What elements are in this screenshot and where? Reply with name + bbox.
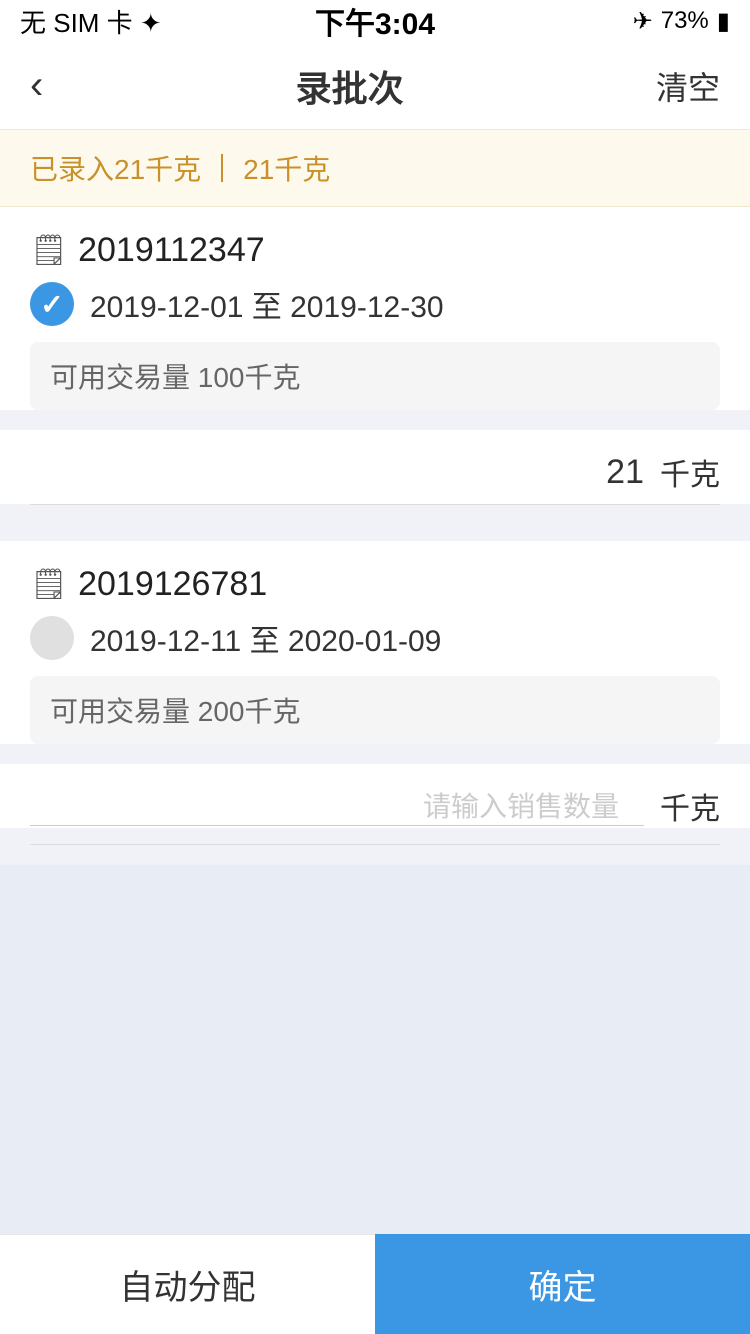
bottom-bar: 自动分配 确定 (0, 1234, 750, 1334)
batch1-qty-row: 21 千克 (0, 430, 750, 504)
batch2-date: 2019-12-11 至 2020-01-09 (90, 616, 441, 660)
batch1-date: 2019-12-01 至 2019-12-30 (90, 282, 444, 326)
batch2-date-row[interactable]: 2019-12-11 至 2020-01-09 (30, 616, 720, 660)
location-icon: ✈ (633, 7, 653, 36)
batch-card-2: 🗒 2019126781 2019-12-11 至 2020-01-09 可用交… (0, 541, 750, 744)
status-bar: 无 SIM 卡 ✦ 下午3:04 ✈ 73% ▮ (0, 0, 750, 42)
status-time: 下午3:04 (315, 0, 435, 43)
batch1-qty-divider (30, 504, 720, 505)
section-divider (0, 525, 750, 541)
recorded-label: 已录入21千克 (30, 148, 201, 188)
batch-card-1: 🗒 2019112347 ✓ 2019-12-01 至 2019-12-30 可… (0, 207, 750, 410)
page-title: 录批次 (296, 60, 404, 112)
battery-icon: ▮ (717, 7, 730, 36)
batch1-id: 2019112347 (78, 231, 265, 270)
batch2-icon: 🗒 (30, 567, 68, 602)
batch1-qty-unit: 千克 (660, 450, 720, 494)
status-left: 无 SIM 卡 ✦ (20, 3, 162, 40)
confirm-button[interactable]: 确定 (375, 1234, 750, 1334)
recorded-value: 21千克 (243, 148, 330, 188)
batch2-header: 🗒 2019126781 (30, 565, 720, 604)
batch2-qty-unit: 千克 (660, 784, 720, 828)
batch2-qty-input-wrapper (30, 786, 644, 826)
back-button[interactable]: ‹ (30, 63, 43, 108)
batch2-qty-divider (30, 844, 720, 845)
auto-distribute-button[interactable]: 自动分配 (0, 1234, 375, 1334)
clear-button[interactable]: 清空 (656, 63, 720, 109)
batch1-available: 可用交易量 100千克 (30, 342, 720, 410)
battery-text: 73% (661, 7, 709, 35)
nav-bar: ‹ 录批次 清空 (0, 42, 750, 130)
info-banner: 已录入21千克 21千克 (0, 130, 750, 207)
batch1-header: 🗒 2019112347 (30, 231, 720, 270)
batch2-qty-input[interactable] (314, 786, 634, 825)
batch2-id: 2019126781 (78, 565, 267, 604)
batch2-available: 可用交易量 200千克 (30, 676, 720, 744)
no-sim-text: 无 SIM 卡 ✦ (20, 3, 162, 40)
batch1-date-row[interactable]: ✓ 2019-12-01 至 2019-12-30 (30, 282, 720, 326)
batch2-radio[interactable] (30, 616, 74, 660)
batch1-qty-value: 21 (606, 453, 644, 492)
check-icon: ✓ (40, 288, 63, 321)
status-right: ✈ 73% ▮ (633, 7, 730, 36)
banner-divider (221, 154, 223, 182)
batch1-icon: 🗒 (30, 233, 68, 268)
batch2-qty-row: 千克 (0, 764, 750, 828)
batch1-radio[interactable]: ✓ (30, 282, 74, 326)
